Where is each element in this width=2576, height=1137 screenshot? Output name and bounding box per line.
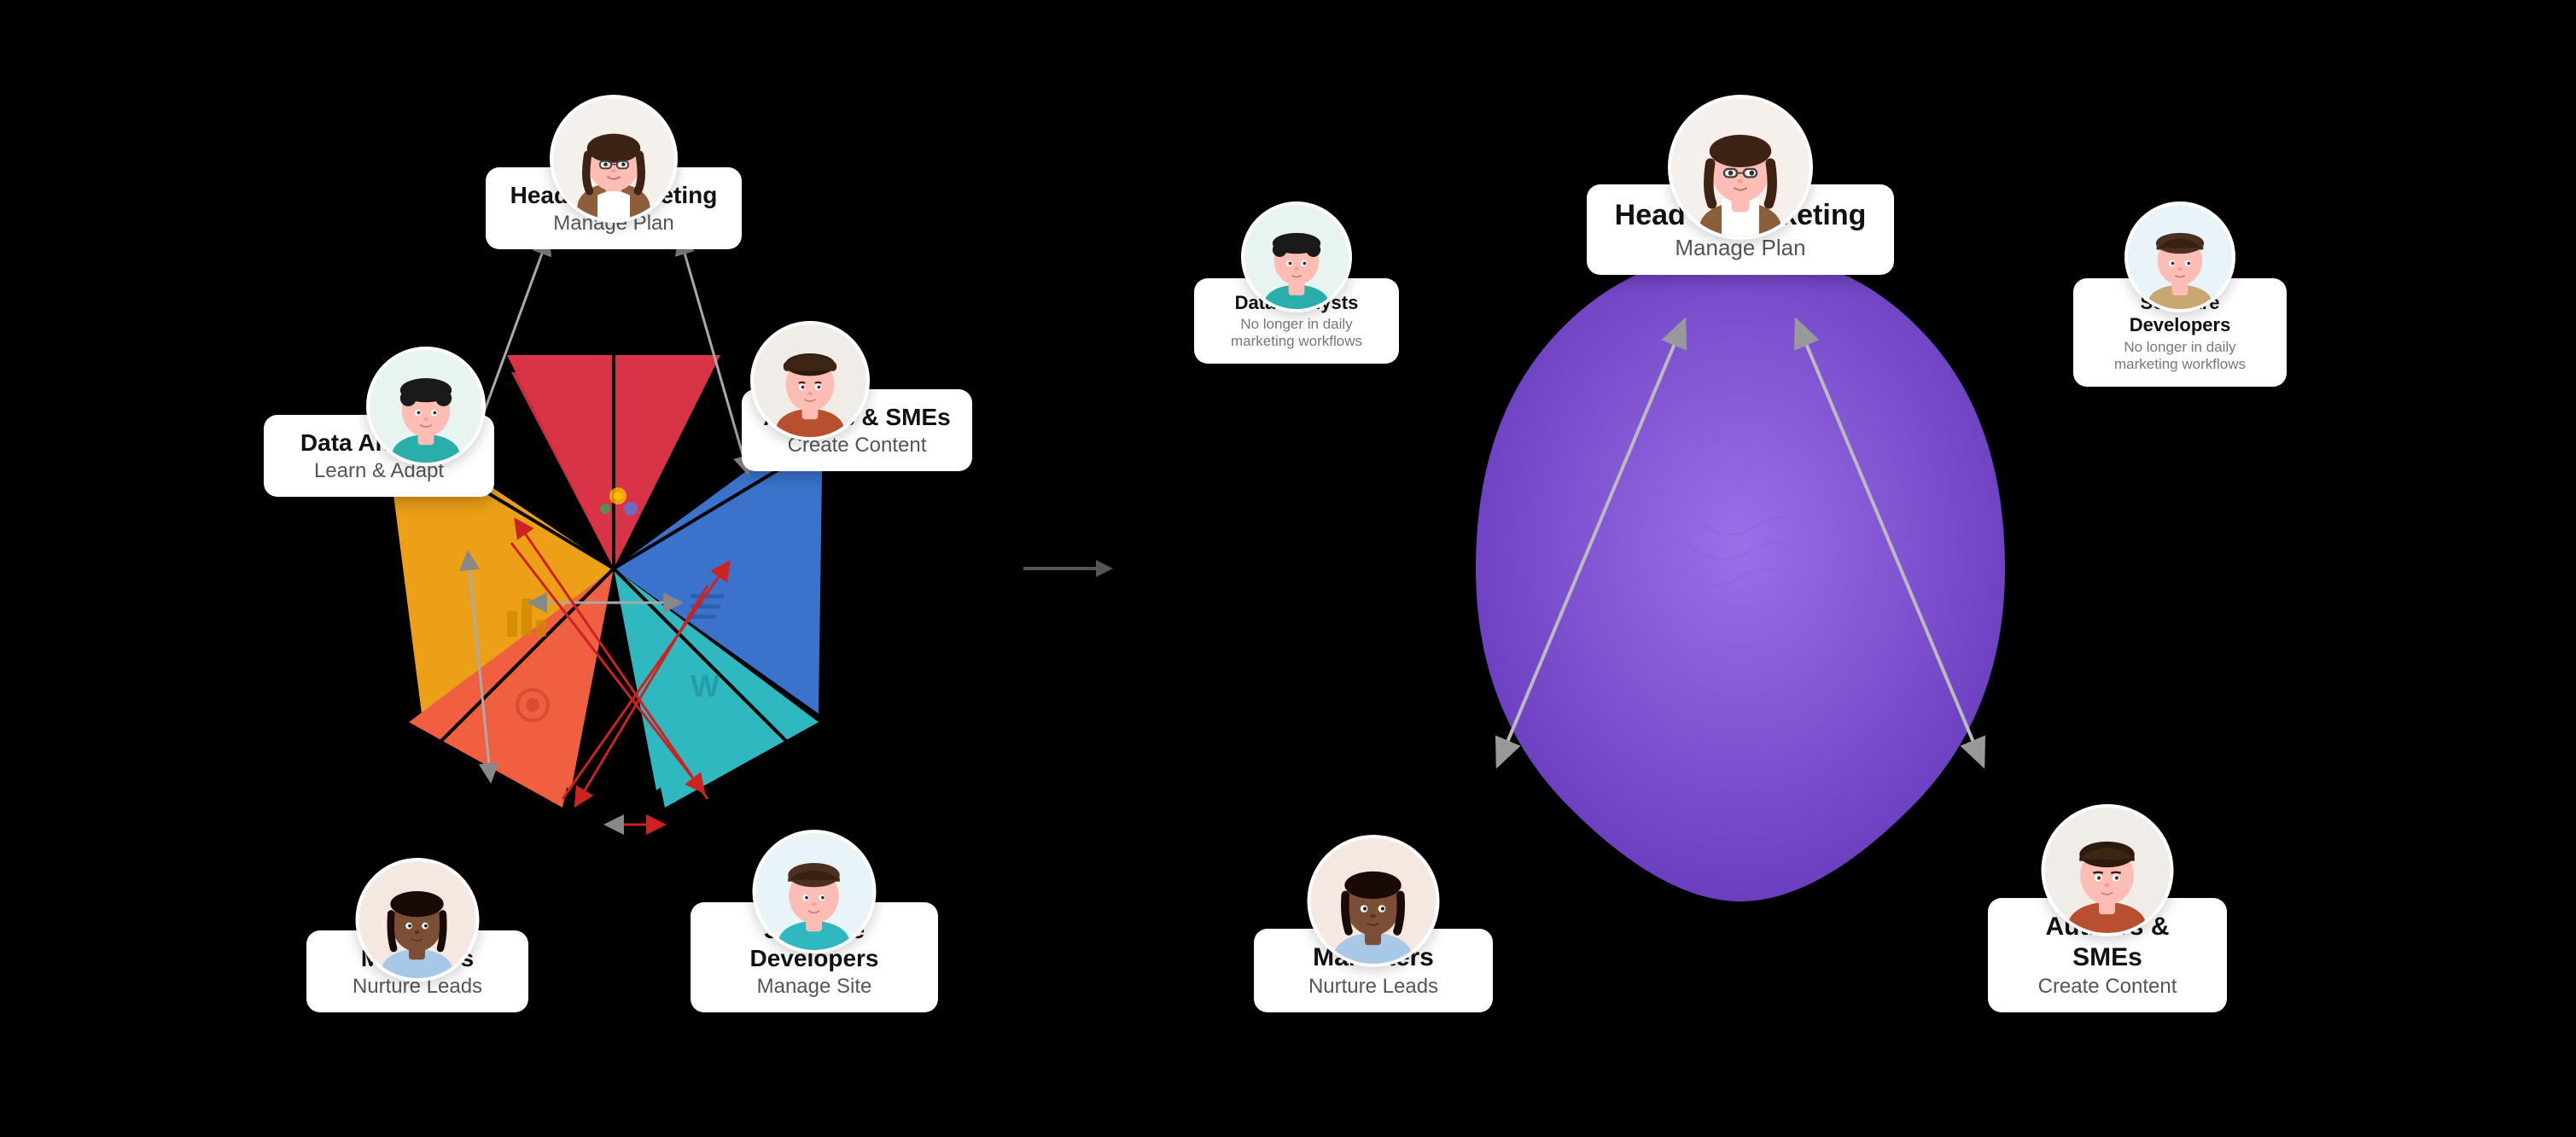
right-avatar-marketers	[1308, 835, 1440, 967]
svg-text:W: W	[691, 668, 720, 703]
left-card-software-devs: Software Developers Manage Site	[691, 902, 938, 1012]
left-card-data-analysts: Data Analysts Learn & Adapt	[264, 415, 494, 497]
right-authors-subtitle: Create Content	[2008, 975, 2206, 999]
left-avatar-authors	[750, 321, 870, 440]
right-data-analysts-subtitle: No longer in daily marketing workflows	[1215, 316, 1378, 350]
left-card-head-marketing: Head of Marketing Manage Plan	[486, 167, 742, 249]
main-container: W	[0, 0, 2576, 1137]
left-avatar-software-devs	[753, 830, 877, 953]
right-card-software-devs: Software Developers No longer in daily m…	[2073, 278, 2287, 387]
right-avatar-data-analysts	[1241, 201, 1352, 312]
right-diagram: Head of Marketing Manage Plan	[1186, 56, 2295, 1081]
left-card-authors: Authors & SMEs Create Content	[742, 389, 972, 471]
right-card-authors: Authors & SMEs Create Content	[1988, 898, 2227, 1012]
left-card-marketers: Marketers Nurture Leads	[306, 930, 528, 1012]
left-avatar-head-marketing	[550, 95, 678, 223]
transition-arrow	[1015, 543, 1117, 594]
right-avatar-head-marketing	[1668, 95, 1813, 240]
left-diagram: W	[281, 56, 947, 1081]
left-avatar-marketers	[356, 858, 480, 982]
right-card-data-analysts: Data Analysts No longer in daily marketi…	[1194, 278, 1399, 364]
right-software-devs-subtitle: No longer in daily marketing workflows	[2094, 339, 2266, 373]
right-card-head-marketing: Head of Marketing Manage Plan	[1587, 184, 1894, 275]
purple-blob	[1356, 184, 2124, 953]
left-avatar-data-analysts	[366, 347, 486, 466]
left-software-devs-subtitle: Manage Site	[711, 975, 918, 999]
right-marketers-subtitle: Nurture Leads	[1274, 975, 1472, 999]
right-avatar-authors	[2042, 804, 2174, 936]
right-avatar-software-devs	[2124, 201, 2235, 312]
right-card-marketers: Marketers Nurture Leads	[1254, 929, 1493, 1012]
